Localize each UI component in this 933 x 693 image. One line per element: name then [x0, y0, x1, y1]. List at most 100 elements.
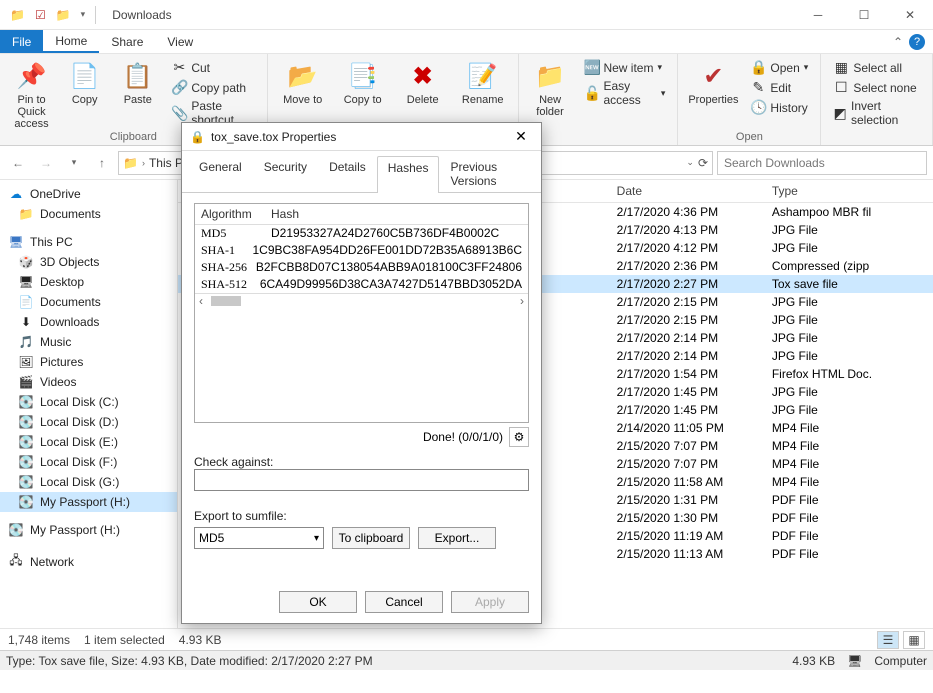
minimize-button[interactable]: ─ [795, 0, 841, 30]
tab-details[interactable]: Details [318, 155, 377, 192]
cut-button[interactable]: ✂Cut [167, 58, 258, 77]
header-type[interactable]: Type [764, 180, 933, 202]
dialog-close-button[interactable]: ✕ [505, 125, 537, 149]
move-to-button[interactable]: 📂 Move to [276, 58, 330, 106]
tab-general[interactable]: General [188, 155, 253, 192]
sidebar-item-ldc[interactable]: 💽Local Disk (C:) [0, 392, 177, 412]
sidebar-item-ldd[interactable]: 💽Local Disk (D:) [0, 412, 177, 432]
drive-icon: 💽 [18, 495, 34, 509]
pin-to-quick-access-button[interactable]: 📌 Pin to Quick access [8, 58, 55, 130]
select-all-button[interactable]: ▦Select all [829, 58, 924, 77]
refresh-button[interactable]: ⟳ [698, 156, 708, 170]
folder-icon: 📁 [6, 6, 29, 24]
close-button[interactable]: ✕ [887, 0, 933, 30]
history-button[interactable]: 🕓History [746, 98, 812, 117]
search-input[interactable]: Search Downloads [717, 151, 927, 175]
new-folder-button[interactable]: 📁 New folder [527, 58, 574, 118]
header-algorithm[interactable]: Algorithm [201, 207, 271, 221]
export-button[interactable]: Export... [418, 527, 496, 549]
copy-path-button[interactable]: 🔗Copy path [167, 78, 258, 97]
edit-button[interactable]: ✎Edit [746, 78, 812, 97]
to-clipboard-button[interactable]: To clipboard [332, 527, 410, 549]
tab-home[interactable]: Home [43, 30, 99, 53]
pc-icon: 🖥 [8, 235, 24, 249]
tab-previous-versions[interactable]: Previous Versions [439, 155, 535, 192]
dialog-tabs: General Security Details Hashes Previous… [182, 151, 541, 193]
qat-dropdown-icon[interactable]: ▾ [77, 7, 90, 22]
apply-button[interactable]: Apply [451, 591, 529, 613]
hash-row[interactable]: SHA-256B2FCBB8D07C138054ABB9A018100C3FF2… [195, 259, 528, 276]
sidebar-item-mypassport1[interactable]: 💽My Passport (H:) [0, 492, 177, 512]
select-none-button[interactable]: ☐Select none [829, 78, 924, 97]
new-item-icon: 🆕 [583, 59, 599, 76]
check-against-input[interactable] [194, 469, 529, 491]
sidebar-item-ldf[interactable]: 💽Local Disk (F:) [0, 452, 177, 472]
invert-selection-button[interactable]: ◩Invert selection [829, 98, 924, 128]
copy-button[interactable]: 📄 Copy [61, 58, 108, 106]
hash-row[interactable]: MD5D21953327A24D2760C5B736DF4B0002C [195, 225, 528, 242]
properties-button[interactable]: ✔ Properties [686, 58, 740, 106]
sidebar-item-music[interactable]: 🎵Music [0, 332, 177, 352]
export-format-select[interactable]: MD5 ▾ [194, 527, 324, 549]
sidebar-item-desktop[interactable]: 🖥Desktop [0, 272, 177, 292]
recent-dropdown[interactable]: ▾ [62, 151, 86, 175]
sidebar-item-onedrive[interactable]: ☁OneDrive [0, 184, 177, 204]
edit-icon: ✎ [750, 79, 766, 96]
info-location: Computer [874, 654, 927, 668]
horizontal-scrollbar[interactable]: ‹ › [195, 293, 528, 307]
breadcrumb[interactable]: This P [149, 156, 183, 170]
sidebar-item-documents2[interactable]: 📄Documents [0, 292, 177, 312]
forward-button[interactable]: → [34, 151, 58, 175]
open-button[interactable]: 🔒Open▾ [746, 58, 812, 77]
sidebar-item-downloads[interactable]: ⬇Downloads [0, 312, 177, 332]
drive-icon: 💽 [18, 455, 34, 469]
settings-button[interactable]: ⚙ [509, 427, 529, 447]
up-button[interactable]: ↑ [90, 151, 114, 175]
back-button[interactable]: ← [6, 151, 30, 175]
sidebar-item-mypassport2[interactable]: 💽My Passport (H:) [0, 520, 177, 540]
details-view-button[interactable]: ☰ [877, 631, 899, 649]
history-icon: 🕓 [750, 99, 766, 116]
chevron-down-icon[interactable]: ⌄ [686, 157, 694, 168]
sidebar-item-ldg[interactable]: 💽Local Disk (G:) [0, 472, 177, 492]
sidebar-item-videos[interactable]: 🎬Videos [0, 372, 177, 392]
rename-button[interactable]: 📝 Rename [456, 58, 510, 106]
collapse-ribbon-icon[interactable]: ⌃ [893, 35, 903, 49]
tab-view[interactable]: View [155, 30, 205, 53]
tab-security[interactable]: Security [253, 155, 318, 192]
ok-button[interactable]: OK [279, 591, 357, 613]
header-hash[interactable]: Hash [271, 207, 299, 221]
sidebar-item-thispc[interactable]: 🖥This PC [0, 232, 177, 252]
header-date[interactable]: Date [609, 180, 764, 202]
hash-row[interactable]: SHA-5126CA49D99956D38CA3A7427D5147BBD305… [195, 276, 528, 293]
delete-button[interactable]: ✖ Delete [396, 58, 450, 106]
hash-list[interactable]: Algorithm Hash MD5D21953327A24D2760C5B73… [194, 203, 529, 423]
copy-to-button[interactable]: 📑 Copy to [336, 58, 390, 106]
tab-share[interactable]: Share [99, 30, 155, 53]
navigation-pane[interactable]: ☁OneDrive 📁Documents 🖥This PC 🎲3D Object… [0, 180, 178, 628]
tab-hashes[interactable]: Hashes [377, 156, 440, 193]
sidebar-item-pictures[interactable]: 🖼Pictures [0, 352, 177, 372]
sidebar-item-lde[interactable]: 💽Local Disk (E:) [0, 432, 177, 452]
maximize-button[interactable]: ☐ [841, 0, 887, 30]
selection-size: 4.93 KB [179, 633, 222, 647]
sidebar-item-3dobjects[interactable]: 🎲3D Objects [0, 252, 177, 272]
tab-file[interactable]: File [0, 30, 43, 53]
help-icon[interactable]: ? [909, 34, 925, 50]
info-bar: Type: Tox save file, Size: 4.93 KB, Date… [0, 650, 933, 670]
thumbnail-view-button[interactable]: ▦ [903, 631, 925, 649]
easy-access-button[interactable]: 🔓Easy access▾ [579, 78, 669, 108]
qat-properties-icon[interactable]: ☑ [31, 6, 50, 24]
sidebar-item-documents[interactable]: 📁Documents [0, 204, 177, 224]
hash-row[interactable]: SHA-11C9BC38FA954DD26FE001DD72B35A68913B… [195, 242, 528, 259]
sidebar-item-network[interactable]: 🖧Network [0, 548, 177, 575]
cancel-button[interactable]: Cancel [365, 591, 443, 613]
move-to-icon: 📂 [288, 60, 318, 92]
new-item-button[interactable]: 🆕New item▾ [579, 58, 669, 77]
info-size: 4.93 KB [792, 654, 835, 668]
paste-button[interactable]: 📋 Paste [114, 58, 161, 106]
lock-icon: 🔒 [190, 130, 205, 144]
selection-count: 1 item selected [84, 633, 165, 647]
export-label: Export to sumfile: [194, 509, 529, 523]
folder-icon: 📁 [18, 207, 34, 221]
